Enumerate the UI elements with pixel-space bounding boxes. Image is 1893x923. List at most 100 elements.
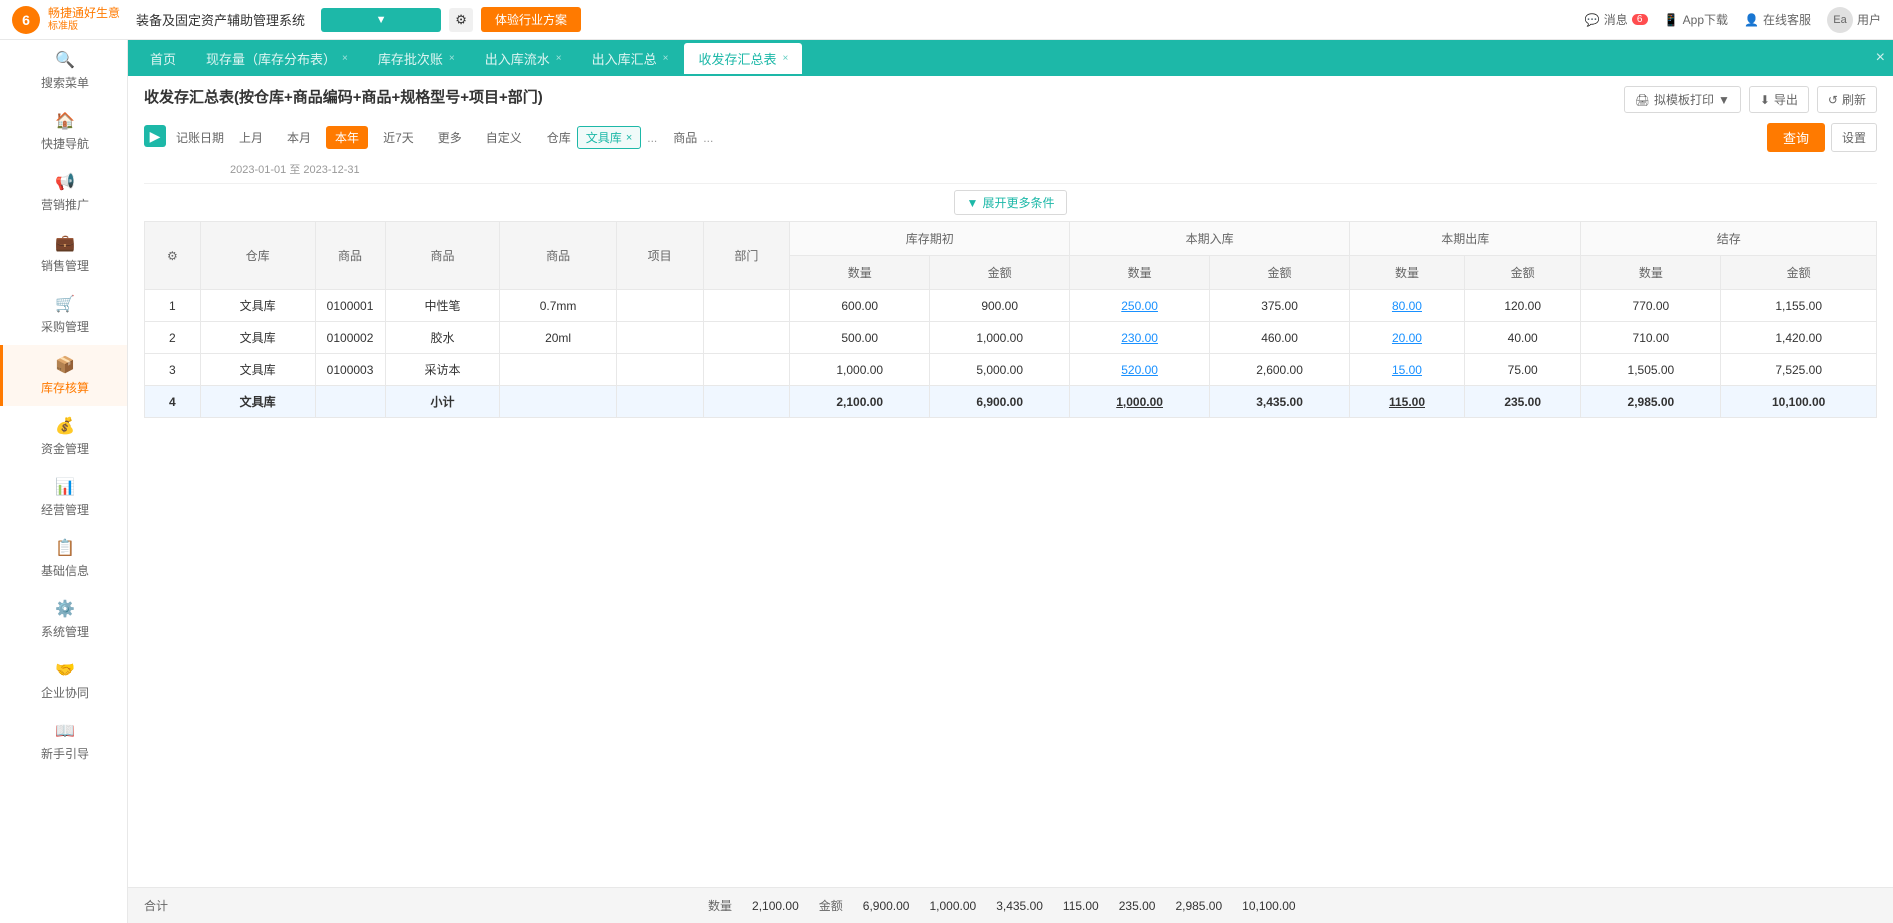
data-table: ⚙ 仓库 商品 商品 商品 项目 部门 库存期初 本期入库 本期出库 结存 bbox=[144, 221, 1877, 418]
warehouse-tag[interactable]: 文具库 × bbox=[577, 126, 641, 149]
row3-no: 3 bbox=[145, 354, 201, 386]
row2-code: 0100002 bbox=[315, 322, 385, 354]
sidebar-item-guide[interactable]: 📖 新手引导 bbox=[0, 711, 127, 772]
warehouse-more-btn[interactable]: ... bbox=[647, 131, 657, 145]
goods-more-btn[interactable]: ... bbox=[703, 131, 713, 145]
print-icon: 🖨 bbox=[1635, 93, 1650, 107]
sidebar-item-business[interactable]: 📊 经营管理 bbox=[0, 467, 127, 528]
tab-bar-close-btn[interactable]: × bbox=[1876, 49, 1885, 67]
col-period-out-header: 本期出库 bbox=[1350, 222, 1581, 256]
tab-batch[interactable]: 库存批次账 × bbox=[364, 43, 469, 74]
finance-icon: 💰 bbox=[55, 416, 75, 436]
tab-home[interactable]: 首页 bbox=[136, 43, 190, 74]
tab-close-batch[interactable]: × bbox=[449, 53, 455, 64]
query-btn[interactable]: 查询 bbox=[1767, 123, 1825, 152]
message-btn[interactable]: 💬 消息 6 bbox=[1585, 11, 1648, 28]
filter-expand-arrow[interactable]: ▶ bbox=[144, 125, 166, 147]
subtotal-in-amt: 3,435.00 bbox=[1210, 386, 1350, 418]
subtotal-project bbox=[616, 386, 703, 418]
query-btns: 查询 设置 bbox=[1767, 123, 1877, 152]
row1-name: 中性笔 bbox=[385, 290, 500, 322]
row2-out-qty[interactable]: 20.00 bbox=[1350, 322, 1465, 354]
setting-btn[interactable]: 设置 bbox=[1831, 123, 1877, 152]
top-bar-left: 6 畅捷通好生意 标准版 装备及固定资产辅助管理系统 ▼ ⚙ 体验行业方案 bbox=[12, 6, 581, 34]
row1-code: 0100001 bbox=[315, 290, 385, 322]
row3-code: 0100003 bbox=[315, 354, 385, 386]
sidebar-item-purchase[interactable]: 🛒 采购管理 bbox=[0, 284, 127, 345]
print-btn[interactable]: 🖨 拟模板打印 ▼ bbox=[1624, 86, 1741, 113]
settings-gear-icon[interactable]: ⚙ bbox=[449, 8, 473, 32]
expand-more-btn[interactable]: ▼ 展开更多条件 bbox=[954, 190, 1068, 215]
date-btn-this-year[interactable]: 本年 bbox=[326, 126, 368, 149]
row3-out-qty[interactable]: 15.00 bbox=[1350, 354, 1465, 386]
total-start-amt: 6,900.00 bbox=[863, 899, 910, 913]
sidebar-item-quicknav[interactable]: 🏠 快捷导航 bbox=[0, 101, 127, 162]
tab-inout-summary[interactable]: 出入库汇总 × bbox=[578, 43, 683, 74]
date-btn-this-month[interactable]: 本月 bbox=[278, 126, 320, 149]
total-in-amt: 3,435.00 bbox=[996, 899, 1043, 913]
warehouse-tag-close[interactable]: × bbox=[626, 132, 632, 144]
date-btn-7days[interactable]: 近7天 bbox=[374, 126, 423, 149]
subtotal-out-amt: 235.00 bbox=[1464, 386, 1580, 418]
app-download-btn[interactable]: 📱 App下载 bbox=[1664, 11, 1728, 28]
tab-inout-flow[interactable]: 出入库流水 × bbox=[471, 43, 576, 74]
export-icon: ⬇ bbox=[1760, 93, 1770, 107]
row2-in-qty[interactable]: 230.00 bbox=[1070, 322, 1210, 354]
subtotal-start-amt: 6,900.00 bbox=[930, 386, 1070, 418]
tab-stock-dist[interactable]: 现存量（库存分布表） × bbox=[192, 43, 362, 74]
col-period-start-header: 库存期初 bbox=[790, 222, 1070, 256]
sidebar: 🔍 搜索菜单 🏠 快捷导航 📢 营销推广 💼 销售管理 🛒 采购管理 📦 库存核… bbox=[0, 40, 128, 923]
subtotal-dept bbox=[703, 386, 790, 418]
date-btn-more[interactable]: 更多 bbox=[429, 126, 471, 149]
sidebar-item-system[interactable]: ⚙️ 系统管理 bbox=[0, 589, 127, 650]
download-icon: 📱 bbox=[1664, 13, 1679, 27]
refresh-btn[interactable]: ↺ 刷新 bbox=[1817, 86, 1877, 113]
tab-close-inout-summary[interactable]: × bbox=[663, 53, 669, 64]
sidebar-item-basic[interactable]: 📋 基础信息 bbox=[0, 528, 127, 589]
row1-dept bbox=[703, 290, 790, 322]
sidebar-item-marketing[interactable]: 📢 营销推广 bbox=[0, 162, 127, 223]
export-btn[interactable]: ⬇ 导出 bbox=[1749, 86, 1809, 113]
col-start-amt: 金额 bbox=[930, 256, 1070, 290]
online-service-btn[interactable]: 👤 在线客服 bbox=[1744, 11, 1811, 28]
subtotal-row: 4 文具库 小计 2,100.00 6,900.00 1,000.00 3,43… bbox=[145, 386, 1877, 418]
home-icon: 🏠 bbox=[55, 111, 75, 131]
page-header-area: 收发存汇总表(按仓库+商品编码+商品+规格型号+项目+部门) 🖨 拟模板打印 ▼… bbox=[128, 76, 1893, 221]
date-btn-last-month[interactable]: 上月 bbox=[230, 126, 272, 149]
col-start-qty: 数量 bbox=[790, 256, 930, 290]
tab-close-stock-dist[interactable]: × bbox=[342, 53, 348, 64]
chevron-down-icon: ▼ bbox=[967, 196, 979, 210]
experience-btn[interactable]: 体验行业方案 bbox=[481, 7, 581, 32]
tab-receive-summary[interactable]: 收发存汇总表 × bbox=[684, 43, 802, 74]
row1-in-qty[interactable]: 250.00 bbox=[1070, 290, 1210, 322]
subtotal-bal-amt: 10,100.00 bbox=[1721, 386, 1877, 418]
sidebar-item-collab[interactable]: 🤝 企业协同 bbox=[0, 650, 127, 711]
row3-name: 采访本 bbox=[385, 354, 500, 386]
row1-no: 1 bbox=[145, 290, 201, 322]
table-row: 2 文具库 0100002 胶水 20ml 500.00 1,000.00 23… bbox=[145, 322, 1877, 354]
sidebar-item-inventory[interactable]: 📦 库存核算 bbox=[0, 345, 127, 406]
user-btn[interactable]: Ea 用户 bbox=[1827, 7, 1881, 33]
row1-out-qty[interactable]: 80.00 bbox=[1350, 290, 1465, 322]
dropdown-selector[interactable]: ▼ bbox=[321, 8, 441, 32]
subtotal-in-qty: 1,000.00 bbox=[1070, 386, 1210, 418]
business-icon: 📊 bbox=[55, 477, 75, 497]
sidebar-item-finance[interactable]: 💰 资金管理 bbox=[0, 406, 127, 467]
subtotal-out-qty: 115.00 bbox=[1350, 386, 1465, 418]
tab-close-receive-summary[interactable]: × bbox=[782, 53, 788, 64]
row2-spec: 20ml bbox=[500, 322, 616, 354]
col-name-header: 商品 bbox=[385, 222, 500, 290]
total-start-qty: 2,100.00 bbox=[752, 899, 799, 913]
sidebar-item-search[interactable]: 🔍 搜索菜单 bbox=[0, 40, 127, 101]
col-settings[interactable]: ⚙ bbox=[145, 222, 201, 290]
date-btn-custom[interactable]: 自定义 bbox=[477, 126, 531, 149]
sidebar-item-sales[interactable]: 💼 销售管理 bbox=[0, 223, 127, 284]
row1-spec: 0.7mm bbox=[500, 290, 616, 322]
subtotal-name: 小计 bbox=[385, 386, 500, 418]
row3-warehouse: 文具库 bbox=[200, 354, 315, 386]
row3-bal-amt: 7,525.00 bbox=[1721, 354, 1877, 386]
row2-warehouse: 文具库 bbox=[200, 322, 315, 354]
table-wrapper: ⚙ 仓库 商品 商品 商品 项目 部门 库存期初 本期入库 本期出库 结存 bbox=[128, 221, 1893, 434]
tab-close-inout-flow[interactable]: × bbox=[556, 53, 562, 64]
row3-in-qty[interactable]: 520.00 bbox=[1070, 354, 1210, 386]
